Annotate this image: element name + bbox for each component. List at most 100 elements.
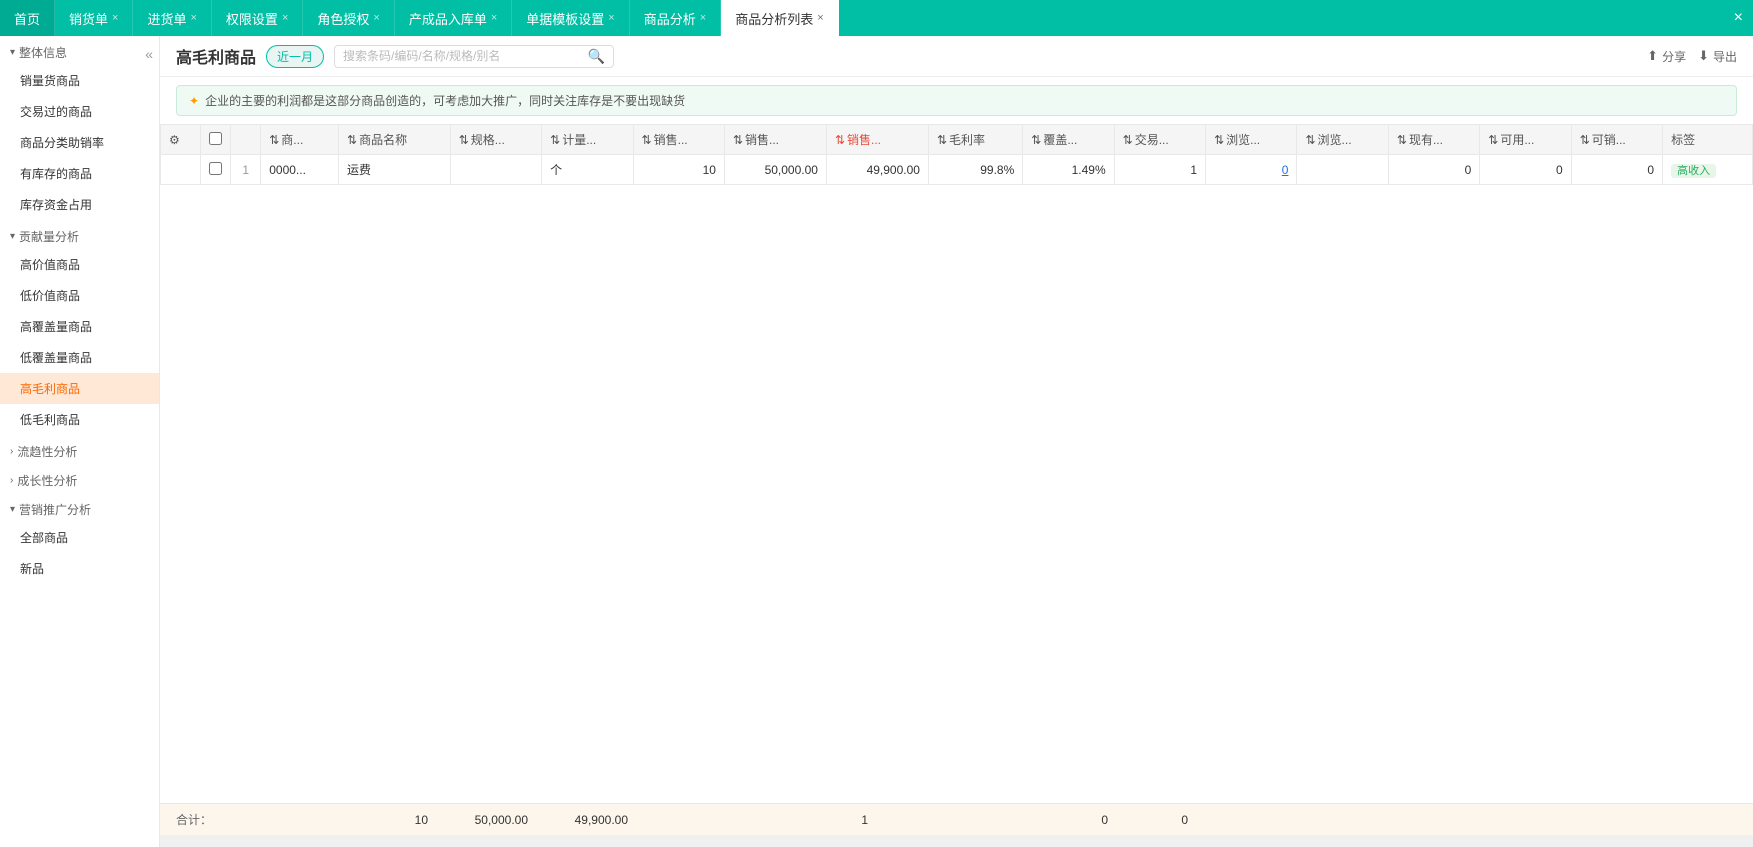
footer-cells: 10 50,000.00 49,900.00 1 0 0 [256, 813, 1737, 827]
sidebar-group-contribution[interactable]: ▾ 贡献量分析 [0, 220, 159, 249]
nav-product-analysis-list[interactable]: 商品分析列表 × [721, 0, 838, 36]
sidebar-group-trend[interactable]: › 流趋性分析 [0, 435, 159, 464]
col-code[interactable]: ⇅商... [261, 125, 339, 155]
col-sales-amount[interactable]: ⇅销售... [724, 125, 826, 155]
col-spec[interactable]: ⇅规格... [450, 125, 541, 155]
col-name[interactable]: ⇅商品名称 [339, 125, 451, 155]
cell-sales-amount-0: 50,000.00 [724, 155, 826, 185]
sidebar-group-overall[interactable]: ▾ 整体信息 [0, 36, 159, 65]
col-trade-sort-icon: ⇅ [1123, 133, 1133, 147]
nav-product-analysis[interactable]: 商品分析 × [630, 0, 721, 36]
nav-close-template-settings[interactable]: × [608, 12, 614, 24]
footer-empty1 [636, 813, 716, 827]
content-header: 高毛利商品 近一月 🔍 ⬆ 分享 ⬇ 导出 [160, 36, 1753, 77]
sidebar-group-marketing-arrow: ▾ [10, 504, 15, 515]
search-input[interactable] [343, 49, 584, 63]
sidebar-item-stock-goods[interactable]: 有库存的商品 [0, 158, 159, 189]
cell-settings-0 [161, 155, 201, 185]
footer-sales-qty: 10 [256, 813, 436, 827]
col-available-sort-icon: ⇅ [1488, 133, 1498, 147]
cell-unit-0: 个 [542, 155, 633, 185]
sidebar-item-sales-goods[interactable]: 销量货商品 [0, 65, 159, 96]
select-all-checkbox[interactable] [209, 132, 222, 145]
tag-badge-0: 高收入 [1671, 164, 1716, 178]
nav-template-settings[interactable]: 单据模板设置 × [512, 0, 629, 36]
col-available[interactable]: ⇅可用... [1480, 125, 1571, 155]
nav-close-purchase-order[interactable]: × [190, 12, 196, 24]
top-nav: 首页 销货单 × 进货单 × 权限设置 × 角色授权 × 产成品入库单 × 单据… [0, 0, 1753, 36]
col-sellable[interactable]: ⇅可销... [1571, 125, 1662, 155]
sidebar-item-category-rate[interactable]: 商品分类助销率 [0, 127, 159, 158]
col-sales-cost[interactable]: ⇅销售... [826, 125, 928, 155]
share-icon: ⬆ [1647, 48, 1658, 64]
cell-browse1-0[interactable]: 0 [1206, 155, 1297, 185]
sidebar-item-stock-capital[interactable]: 库存资金占用 [0, 189, 159, 220]
cell-checkbox-0[interactable] [201, 155, 231, 185]
export-btn[interactable]: ⬇ 导出 [1698, 48, 1737, 65]
col-browse1-sort-icon: ⇅ [1214, 133, 1224, 147]
footer-current-stock: 0 [1036, 813, 1116, 827]
sidebar-item-high-value[interactable]: 高价值商品 [0, 249, 159, 280]
share-btn[interactable]: ⬆ 分享 [1647, 48, 1686, 65]
sidebar-item-traded-goods[interactable]: 交易过的商品 [0, 96, 159, 127]
nav-sales-order[interactable]: 销货单 × [55, 0, 133, 36]
cell-sales-cost-0: 49,900.00 [826, 155, 928, 185]
bottom-scrollbar[interactable] [160, 835, 1753, 847]
export-icon: ⬇ [1698, 48, 1709, 64]
col-sales-qty[interactable]: ⇅销售... [633, 125, 724, 155]
cell-sales-qty-0: 10 [633, 155, 724, 185]
col-trade[interactable]: ⇅交易... [1114, 125, 1205, 155]
cell-browse2-0 [1297, 155, 1388, 185]
nav-close-role-auth[interactable]: × [373, 12, 379, 24]
sidebar-item-high-margin[interactable]: 高毛利商品 [0, 373, 159, 404]
table-container[interactable]: ⚙ ⇅商... ⇅商品名称 ⇅规格... [160, 124, 1753, 803]
cell-num-0: 1 [231, 155, 261, 185]
nav-home[interactable]: 首页 [0, 0, 55, 36]
sidebar-item-new-goods[interactable]: 新品 [0, 553, 159, 584]
search-icon[interactable]: 🔍 [588, 48, 605, 65]
sidebar-group-marketing[interactable]: ▾ 营销推广分析 [0, 493, 159, 522]
cell-tag-0: 高收入 [1663, 155, 1753, 185]
sidebar-group-growth[interactable]: › 成长性分析 [0, 464, 159, 493]
nav-product-inbound[interactable]: 产成品入库单 × [395, 0, 512, 36]
nav-close-all[interactable]: × [1724, 9, 1753, 27]
col-spec-sort-icon: ⇅ [459, 133, 469, 147]
footer-empty4 [956, 813, 1036, 827]
col-settings[interactable]: ⚙ [161, 125, 201, 155]
sidebar-item-low-margin[interactable]: 低毛利商品 [0, 404, 159, 435]
cell-coverage-0: 1.49% [1023, 155, 1114, 185]
col-current-stock[interactable]: ⇅现有... [1388, 125, 1479, 155]
nav-role-auth[interactable]: 角色授权 × [303, 0, 394, 36]
table-body: 1 0000... 运费 个 10 50,000.00 49,900.00 99… [161, 155, 1753, 185]
col-unit[interactable]: ⇅计量... [542, 125, 633, 155]
nav-close-product-analysis[interactable]: × [700, 12, 706, 24]
sidebar-item-all-goods[interactable]: 全部商品 [0, 522, 159, 553]
col-checkbox[interactable] [201, 125, 231, 155]
cell-code-0: 0000... [261, 155, 339, 185]
nav-close-permission-settings[interactable]: × [282, 12, 288, 24]
nav-close-product-inbound[interactable]: × [491, 12, 497, 24]
cell-spec-0 [450, 155, 541, 185]
col-browse2[interactable]: ⇅浏览... [1297, 125, 1388, 155]
nav-close-product-analysis-list[interactable]: × [817, 12, 823, 24]
sidebar-item-low-value[interactable]: 低价值商品 [0, 280, 159, 311]
cell-trade-0: 1 [1114, 155, 1205, 185]
sidebar-item-high-coverage[interactable]: 高覆盖量商品 [0, 311, 159, 342]
sidebar-item-low-coverage[interactable]: 低覆盖量商品 [0, 342, 159, 373]
nav-permission-settings[interactable]: 权限设置 × [212, 0, 303, 36]
cell-gross-rate-0: 99.8% [928, 155, 1022, 185]
col-coverage-sort-icon: ⇅ [1031, 133, 1041, 147]
col-browse1[interactable]: ⇅浏览... [1206, 125, 1297, 155]
nav-close-sales-order[interactable]: × [112, 12, 118, 24]
filter-recent-month-btn[interactable]: 近一月 [266, 45, 324, 68]
table-row[interactable]: 1 0000... 运费 个 10 50,000.00 49,900.00 99… [161, 155, 1753, 185]
col-tag[interactable]: 标签 [1663, 125, 1753, 155]
footer-sales-amount: 50,000.00 [436, 813, 536, 827]
search-box: 🔍 [334, 45, 614, 68]
col-coverage[interactable]: ⇅覆盖... [1023, 125, 1114, 155]
sidebar-collapse-btn[interactable]: « [145, 46, 153, 62]
col-gross-rate[interactable]: ⇅毛利率 [928, 125, 1022, 155]
nav-purchase-order[interactable]: 进货单 × [133, 0, 211, 36]
cell-name-0: 运费 [339, 155, 451, 185]
content-area: 高毛利商品 近一月 🔍 ⬆ 分享 ⬇ 导出 ✦ 企业的主要的利润都是这部分商品创… [160, 36, 1753, 847]
